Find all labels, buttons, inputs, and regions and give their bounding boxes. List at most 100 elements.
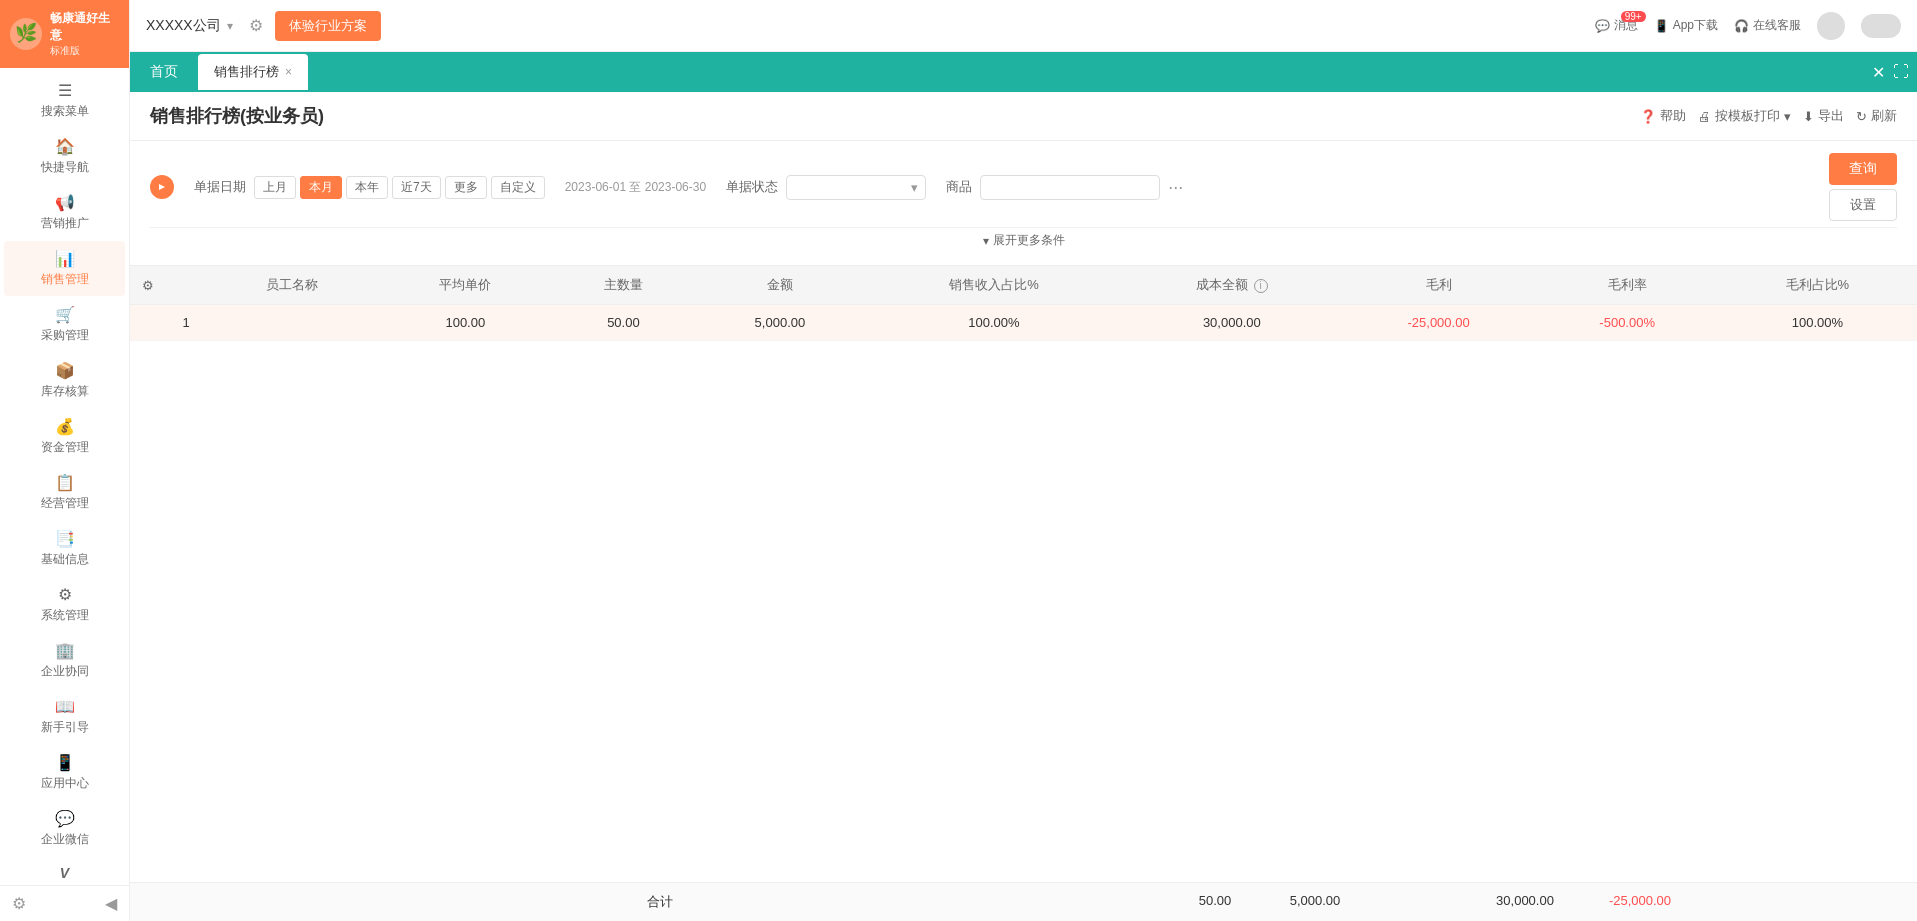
inventory-icon: 📦 (55, 361, 75, 380)
trial-button[interactable]: 体验行业方案 (275, 11, 381, 41)
date-btn-7days[interactable]: 近7天 (392, 176, 441, 199)
col-settings[interactable]: ⚙ (130, 266, 166, 305)
sidebar-item-label: 采购管理 (41, 327, 89, 344)
member-icon: V (60, 865, 69, 881)
goods-filter: 商品 ··· (946, 175, 1809, 200)
sidebar-item-label: 库存核算 (41, 383, 89, 400)
menu-icon: ☰ (58, 81, 72, 100)
cost-info-icon[interactable]: i (1254, 279, 1268, 293)
tab-label: 销售排行榜 (214, 63, 279, 81)
filter-expand-toggle[interactable] (150, 175, 174, 199)
footer-sales-pct (1365, 893, 1465, 911)
finance-icon: 💰 (55, 417, 75, 436)
sidebar-item-operations[interactable]: 📋 经营管理 (4, 465, 125, 520)
print-icon: 🖨 (1698, 109, 1711, 124)
sidebar-item-system[interactable]: ⚙ 系统管理 (4, 577, 125, 632)
online-service-button[interactable]: 🎧 在线客服 (1734, 17, 1801, 34)
system-icon: ⚙ (58, 585, 72, 604)
settings-button[interactable]: 设置 (1829, 189, 1897, 221)
sidebar-item-guide[interactable]: 📖 新手引导 (4, 689, 125, 744)
sidebar-item-basic-info[interactable]: 📑 基础信息 (4, 521, 125, 576)
row-gross: -25,000.00 (1341, 305, 1537, 341)
help-button[interactable]: ❓ 帮助 (1640, 107, 1686, 125)
sales-icon: 📊 (55, 249, 75, 268)
settings-bottom-icon[interactable]: ⚙ (12, 894, 26, 913)
status-select-wrapper (786, 175, 926, 200)
refresh-button[interactable]: ↻ 刷新 (1856, 107, 1897, 125)
app-download-button[interactable]: 📱 App下载 (1654, 17, 1718, 34)
message-button[interactable]: 💬 消息 99+ (1595, 17, 1638, 34)
sidebar-item-label: 经营管理 (41, 495, 89, 512)
footer-cells: 合计 50.00 5,000.00 30,000.00 -25,000.00 (142, 893, 1905, 911)
row-sales-pct: 100.00% (865, 305, 1123, 341)
guide-icon: 📖 (55, 697, 75, 716)
sidebar-item-label: 新手引导 (41, 719, 89, 736)
basic-info-icon: 📑 (55, 529, 75, 548)
date-btn-this-month[interactable]: 本月 (300, 176, 342, 199)
sidebar-bottom: ⚙ ◀ (0, 885, 129, 921)
topbar-right: 💬 消息 99+ 📱 App下载 🎧 在线客服 (1595, 12, 1901, 40)
topbar-settings-icon[interactable]: ⚙ (249, 16, 263, 35)
date-range-display: 2023-06-01 至 2023-06-30 (565, 179, 706, 196)
expand-more-conditions[interactable]: ▾ 展开更多条件 (150, 227, 1897, 253)
status-filter-label: 单据状态 (726, 178, 778, 196)
user-name-placeholder (1861, 14, 1901, 38)
sidebar-item-label: 快捷导航 (41, 159, 89, 176)
user-avatar[interactable] (1817, 12, 1845, 40)
sidebar-item-quick-nav[interactable]: 🏠 快捷导航 (4, 129, 125, 184)
sidebar-item-sales[interactable]: 📊 销售管理 (4, 241, 125, 296)
close-window-icon[interactable]: ✕ (1872, 63, 1885, 82)
ranking-table: ⚙ 员工名称 平均单价 主数量 金额 销售收入占比% 成本全额 i 毛利 毛利率 (130, 266, 1917, 341)
sidebar-item-label: 应用中心 (41, 775, 89, 792)
date-btn-more[interactable]: 更多 (445, 176, 487, 199)
tab-sales-ranking[interactable]: 销售排行榜 × (198, 54, 308, 90)
maximize-icon[interactable]: ⛶ (1893, 63, 1909, 81)
sidebar-item-inventory[interactable]: 📦 库存核算 (4, 353, 125, 408)
sidebar-item-finance[interactable]: 💰 资金管理 (4, 409, 125, 464)
marketing-icon: 📢 (55, 193, 75, 212)
home-icon: 🏠 (55, 137, 75, 156)
footer-main-qty: 50.00 (1165, 893, 1265, 911)
tab-close-icon[interactable]: × (285, 65, 292, 79)
app-center-icon: 📱 (55, 753, 75, 772)
goods-input[interactable] (980, 175, 1160, 200)
sidebar-item-label: 企业微信 (41, 831, 89, 848)
sidebar-item-search-order[interactable]: ☰ 搜索菜单 (4, 73, 125, 128)
date-btn-this-year[interactable]: 本年 (346, 176, 388, 199)
date-btn-custom[interactable]: 自定义 (491, 176, 545, 199)
company-selector[interactable]: XXXXX公司 ▾ (146, 17, 233, 35)
table-area: ⚙ 员工名称 平均单价 主数量 金额 销售收入占比% 成本全额 i 毛利 毛利率 (130, 266, 1917, 882)
footer-amount: 5,000.00 (1265, 893, 1365, 911)
sidebar-logo: 🌿 畅康通好生意 标准版 (0, 0, 129, 68)
svg-marker-2 (159, 184, 165, 190)
tab-home[interactable]: 首页 (130, 52, 198, 92)
sidebar-nav: ☰ 搜索菜单 🏠 快捷导航 📢 营销推广 📊 销售管理 🛒 采购管理 📦 库存核… (0, 68, 129, 885)
sidebar-item-wechat[interactable]: 💬 企业微信 (4, 801, 125, 856)
col-sales-pct: 销售收入占比% (865, 266, 1123, 305)
collapse-icon[interactable]: ◀ (105, 894, 117, 913)
message-icon: 💬 (1595, 19, 1610, 33)
row-settings-cell (130, 305, 166, 341)
export-button[interactable]: ⬇ 导出 (1803, 107, 1844, 125)
query-button[interactable]: 查询 (1829, 153, 1897, 185)
row-gross-pct: 100.00% (1718, 305, 1917, 341)
status-select[interactable] (786, 175, 926, 200)
sidebar-item-enterprise[interactable]: 🏢 企业协同 (4, 633, 125, 688)
footer-label: 合计 (254, 893, 1065, 911)
page-header: 销售排行榜(按业务员) ❓ 帮助 🖨 按模板打印 ▾ ⬇ 导出 ↻ 刷新 (130, 92, 1917, 141)
operations-icon: 📋 (55, 473, 75, 492)
table-body: 1 100.00 50.00 5,000.00 100.00% 30,000.0… (130, 305, 1917, 341)
content-area: 销售排行榜(按业务员) ❓ 帮助 🖨 按模板打印 ▾ ⬇ 导出 ↻ 刷新 (130, 92, 1917, 921)
more-filter-icon[interactable]: ··· (1168, 177, 1183, 198)
template-print-button[interactable]: 🖨 按模板打印 ▾ (1698, 107, 1791, 125)
date-btn-last-month[interactable]: 上月 (254, 176, 296, 199)
footer-cost-amount: 30,000.00 (1465, 893, 1585, 911)
sidebar-item-purchase[interactable]: 🛒 采购管理 (4, 297, 125, 352)
chevron-down-icon: ▾ (227, 19, 233, 33)
sidebar-item-app-center[interactable]: 📱 应用中心 (4, 745, 125, 800)
row-rank: 1 (166, 305, 206, 341)
col-rank (166, 266, 206, 305)
date-filter-label: 单据日期 (194, 178, 246, 196)
sidebar-item-marketing[interactable]: 📢 营销推广 (4, 185, 125, 240)
sidebar-item-member[interactable]: V 畅会员 (4, 857, 125, 885)
